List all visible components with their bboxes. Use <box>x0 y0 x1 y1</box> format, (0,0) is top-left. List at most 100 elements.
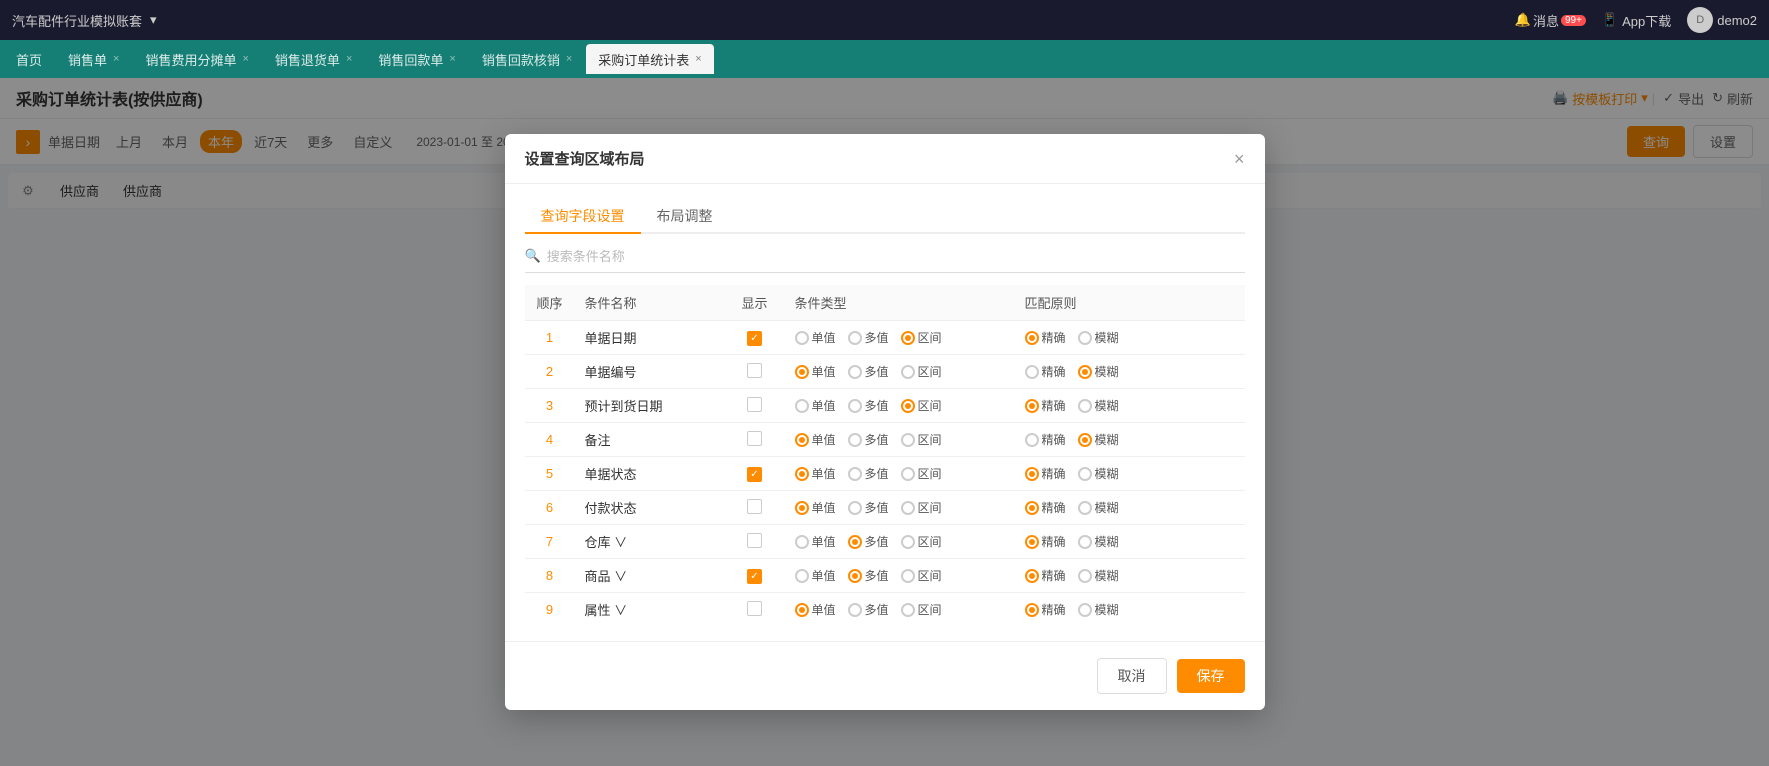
type-radio-item[interactable]: 区间 <box>901 397 942 414</box>
match-radio-item[interactable]: 精确 <box>1025 465 1066 482</box>
type-radio-item[interactable]: 多值 <box>848 601 889 618</box>
type-radio-item[interactable]: 区间 <box>901 499 942 516</box>
match-radio-item[interactable]: 精确 <box>1025 329 1066 346</box>
type-radio-item[interactable]: 区间 <box>901 567 942 584</box>
app-title-area: 汽车配件行业模拟账套 ▾ <box>12 11 157 30</box>
tab-purchase-stats-close[interactable]: × <box>695 53 701 65</box>
cell-type: 单值多值区间 <box>785 457 1015 491</box>
type-radio-item[interactable]: 单值 <box>795 397 836 414</box>
match-radio-item[interactable]: 精确 <box>1025 499 1066 516</box>
match-radio-item[interactable]: 模糊 <box>1078 465 1119 482</box>
type-radio-item[interactable]: 单值 <box>795 431 836 448</box>
radio-circle <box>795 603 809 617</box>
tab-payment-close[interactable]: × <box>449 53 455 65</box>
tab-sales-order[interactable]: 销售单 × <box>56 44 131 74</box>
tab-payment-verify-close[interactable]: × <box>566 53 572 65</box>
type-radio-item[interactable]: 区间 <box>901 431 942 448</box>
save-button[interactable]: 保存 <box>1177 659 1245 693</box>
tab-sales-return[interactable]: 销售退货单 × <box>263 44 364 74</box>
tab-payment[interactable]: 销售回款单 × <box>366 44 467 74</box>
show-checkbox[interactable] <box>747 499 762 514</box>
type-radio-item[interactable]: 多值 <box>848 465 889 482</box>
tab-sales-expense[interactable]: 销售费用分摊单 × <box>133 44 260 74</box>
match-radio-item[interactable]: 精确 <box>1025 397 1066 414</box>
type-radio-item[interactable]: 区间 <box>901 601 942 618</box>
app-download-btn[interactable]: 📱 App下载 <box>1602 11 1671 30</box>
type-radio-item[interactable]: 单值 <box>795 601 836 618</box>
radio-circle <box>848 433 862 447</box>
match-radio-item[interactable]: 模糊 <box>1078 601 1119 618</box>
match-radio-item[interactable]: 模糊 <box>1078 363 1119 380</box>
show-checkbox[interactable] <box>747 467 762 482</box>
radio-circle <box>901 399 915 413</box>
show-checkbox[interactable] <box>747 601 762 616</box>
radio-circle <box>1078 331 1092 345</box>
show-checkbox[interactable] <box>747 331 762 346</box>
type-radio-item[interactable]: 多值 <box>848 567 889 584</box>
match-radio-item[interactable]: 精确 <box>1025 567 1066 584</box>
dialog-footer: 取消 保存 <box>505 641 1265 710</box>
radio-circle <box>1025 433 1039 447</box>
type-radio-item[interactable]: 多值 <box>848 533 889 550</box>
app-title-dropdown-icon[interactable]: ▾ <box>150 12 157 28</box>
type-radio-item[interactable]: 区间 <box>901 329 942 346</box>
match-radio-item[interactable]: 精确 <box>1025 533 1066 550</box>
type-radio-item[interactable]: 区间 <box>901 465 942 482</box>
type-radio-item[interactable]: 单值 <box>795 363 836 380</box>
radio-circle <box>1078 535 1092 549</box>
match-radio-item[interactable]: 精确 <box>1025 363 1066 380</box>
type-radio-item[interactable]: 单值 <box>795 329 836 346</box>
tab-home[interactable]: 首页 <box>4 44 54 74</box>
type-radio-item[interactable]: 多值 <box>848 499 889 516</box>
dialog-tab-layout[interactable]: 布局调整 <box>641 200 729 234</box>
type-radio-item[interactable]: 多值 <box>848 329 889 346</box>
dialog-tabs: 查询字段设置 布局调整 <box>525 200 1245 234</box>
cancel-button[interactable]: 取消 <box>1097 658 1167 694</box>
cell-type: 单值多值区间 <box>785 423 1015 457</box>
radio-circle <box>1025 467 1039 481</box>
match-radio-item[interactable]: 模糊 <box>1078 329 1119 346</box>
type-radio-item[interactable]: 区间 <box>901 363 942 380</box>
match-radio-item[interactable]: 精确 <box>1025 601 1066 618</box>
dialog-tab-query-fields[interactable]: 查询字段设置 <box>525 200 641 234</box>
cell-type: 单值多值区间 <box>785 355 1015 389</box>
type-radio-item[interactable]: 多值 <box>848 431 889 448</box>
dialog-close-button[interactable]: × <box>1234 150 1245 168</box>
radio-label: 单值 <box>812 329 836 346</box>
show-checkbox[interactable] <box>747 533 762 548</box>
type-radio-item[interactable]: 单值 <box>795 567 836 584</box>
match-radio-item[interactable]: 模糊 <box>1078 431 1119 448</box>
type-radio-item[interactable]: 区间 <box>901 533 942 550</box>
show-checkbox[interactable] <box>747 431 762 446</box>
tab-payment-verify[interactable]: 销售回款核销 × <box>470 44 584 74</box>
radio-circle <box>848 535 862 549</box>
show-checkbox[interactable] <box>747 569 762 584</box>
radio-label: 模糊 <box>1095 363 1119 380</box>
show-checkbox[interactable] <box>747 363 762 378</box>
match-radio-item[interactable]: 模糊 <box>1078 567 1119 584</box>
radio-label: 模糊 <box>1095 533 1119 550</box>
type-radio-item[interactable]: 单值 <box>795 465 836 482</box>
cell-match: 精确模糊 <box>1015 593 1245 626</box>
tab-sales-return-close[interactable]: × <box>346 53 352 65</box>
match-radio-item[interactable]: 模糊 <box>1078 397 1119 414</box>
match-radio-item[interactable]: 模糊 <box>1078 533 1119 550</box>
tab-sales-expense-close[interactable]: × <box>242 53 248 65</box>
search-input[interactable] <box>547 249 747 264</box>
show-checkbox[interactable] <box>747 397 762 412</box>
cell-name: 备注 <box>575 423 725 457</box>
radio-label: 单值 <box>812 363 836 380</box>
dialog-body: 查询字段设置 布局调整 🔍 顺序 条件名称 显示 <box>505 184 1265 641</box>
tab-purchase-stats[interactable]: 采购订单统计表 × <box>586 44 713 74</box>
type-radio-item[interactable]: 单值 <box>795 533 836 550</box>
tab-sales-order-close[interactable]: × <box>113 53 119 65</box>
match-radio-item[interactable]: 模糊 <box>1078 499 1119 516</box>
type-radio-item[interactable]: 多值 <box>848 363 889 380</box>
notification-area[interactable]: 🔔 消息 99+ <box>1515 11 1586 30</box>
type-radio-item[interactable]: 多值 <box>848 397 889 414</box>
type-radio-item[interactable]: 单值 <box>795 499 836 516</box>
user-avatar[interactable]: D demo2 <box>1687 7 1757 33</box>
radio-circle <box>1078 467 1092 481</box>
match-radio-item[interactable]: 精确 <box>1025 431 1066 448</box>
radio-label: 单值 <box>812 465 836 482</box>
